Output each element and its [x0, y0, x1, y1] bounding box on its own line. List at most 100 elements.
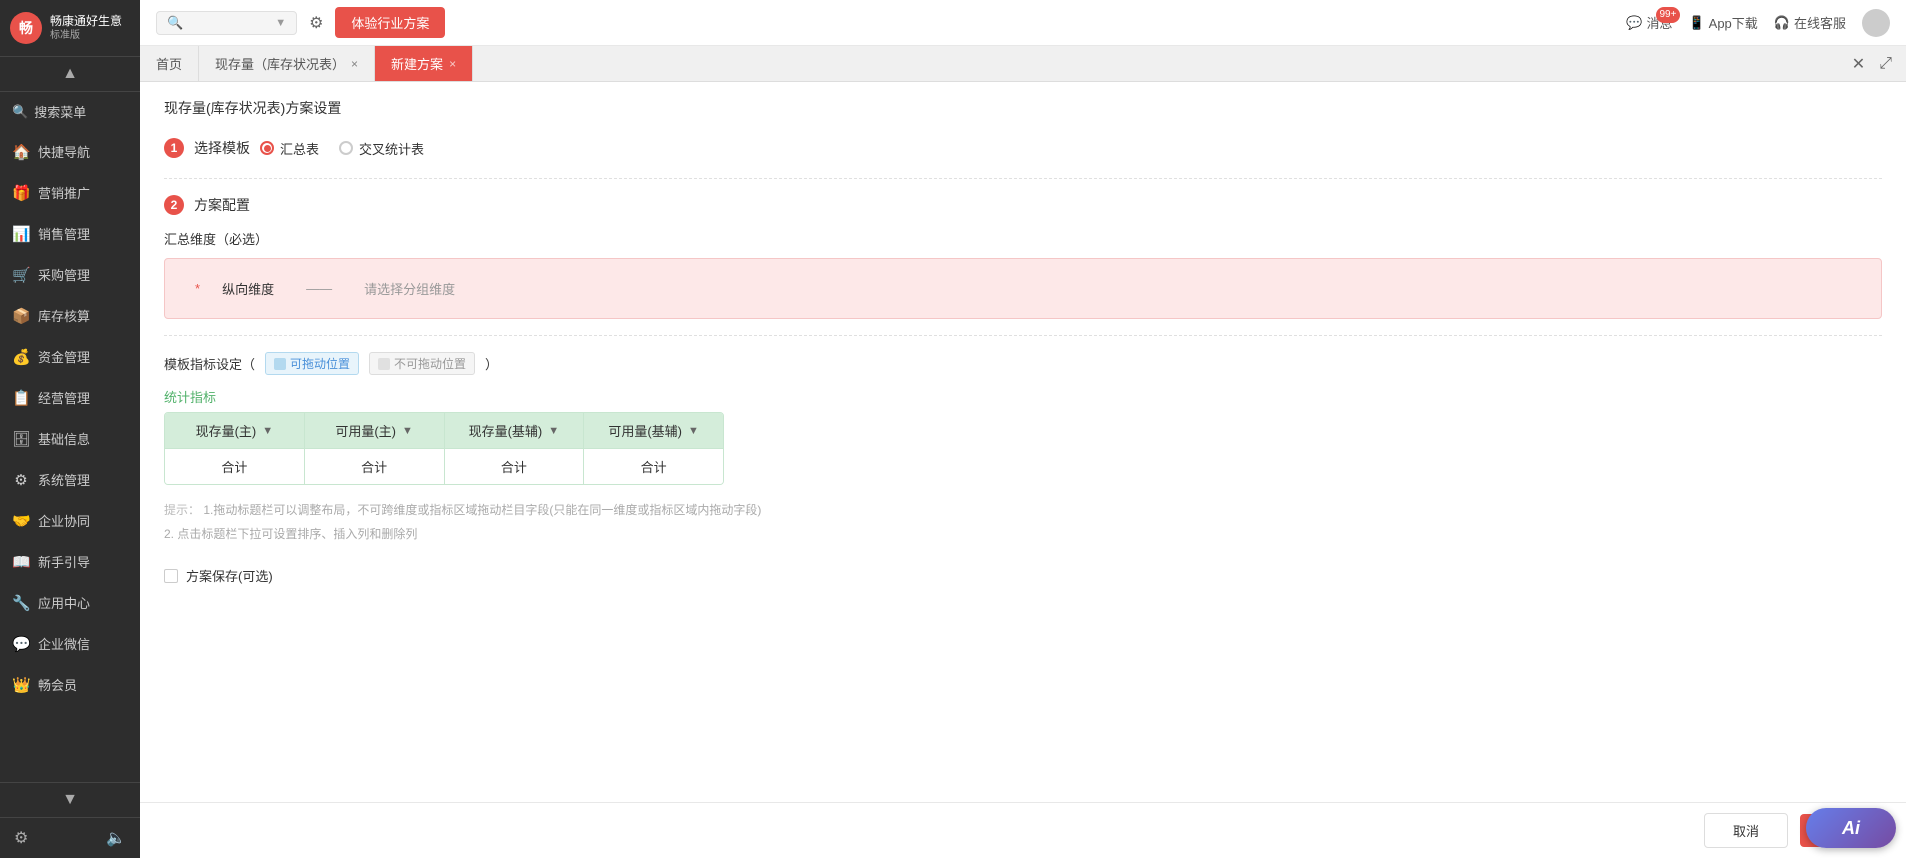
- stats-col-body-val-3: 合计: [641, 457, 667, 476]
- tab-inventory-status[interactable]: 现存量（库存状况表） ×: [199, 46, 375, 81]
- weixin-icon: 💬: [12, 635, 30, 653]
- radio-summary-circle: [260, 141, 274, 155]
- sidebar-scroll-up[interactable]: ▲: [0, 61, 140, 87]
- drag-tag-label: 可拖动位置: [290, 355, 350, 372]
- topbar-search-area[interactable]: 🔍 ▼: [156, 11, 297, 35]
- topbar: 🔍 ▼ ⚙ 体验行业方案 💬 消息 99+ 📱 App下载 🎧 在线客服: [140, 0, 1906, 46]
- no-drag-tag-color: [378, 358, 390, 370]
- topbar-right: 💬 消息 99+ 📱 App下载 🎧 在线客服: [1626, 9, 1890, 37]
- radio-cross-label: 交叉统计表: [359, 139, 424, 158]
- finance-icon: 💰: [12, 348, 30, 366]
- stats-col-body-val-1: 合计: [361, 457, 387, 476]
- dim-placeholder: 请选择分组维度: [364, 279, 455, 298]
- sidebar-item-collab[interactable]: 🤝 企业协同: [0, 500, 140, 541]
- stats-col-2: 现存量(基辅) ▼ 合计: [445, 413, 585, 484]
- section1-header: 1 选择模板 汇总表 交叉统计表: [164, 138, 1882, 158]
- sidebar-item-system[interactable]: ⚙ 系统管理: [0, 459, 140, 500]
- sidebar-scroll-area: 🔍 搜索菜单 🏠 快捷导航 🎁 营销推广 📊 销售管理 🛒 采购管理 📦 库存核…: [0, 92, 140, 782]
- topbar-search-dropdown-icon[interactable]: ▼: [275, 17, 286, 29]
- sidebar-item-label: 快捷导航: [38, 142, 90, 161]
- stats-col-header-3[interactable]: 可用量(基辅) ▼: [584, 413, 723, 449]
- settings-icon[interactable]: ⚙: [14, 828, 28, 848]
- sidebar-item-basic[interactable]: 🗄 基础信息: [0, 418, 140, 459]
- marketing-icon: 🎁: [12, 184, 30, 202]
- section1-title: 选择模板: [194, 138, 250, 158]
- stats-col-header-1[interactable]: 可用量(主) ▼: [305, 413, 444, 449]
- message-item[interactable]: 💬 消息 99+: [1626, 13, 1672, 32]
- sidebar-item-label: 营销推广: [38, 183, 90, 202]
- save-checkbox[interactable]: [164, 569, 178, 583]
- sidebar-item-marketing[interactable]: 🎁 营销推广: [0, 172, 140, 213]
- stats-col-body-0: 合计: [165, 449, 304, 484]
- template-radio-group: 汇总表 交叉统计表: [260, 139, 424, 158]
- sales-icon: 📊: [12, 225, 30, 243]
- sidebar-item-weixin[interactable]: 💬 企业微信: [0, 623, 140, 664]
- sidebar-item-appstore[interactable]: 🔧 应用中心: [0, 582, 140, 623]
- drag-tag: 可拖动位置: [265, 352, 359, 375]
- topbar-search-input[interactable]: [189, 16, 269, 30]
- cancel-button[interactable]: 取消: [1704, 813, 1788, 848]
- sidebar-item-finance[interactable]: 💰 资金管理: [0, 336, 140, 377]
- sidebar-item-management[interactable]: 📋 经营管理: [0, 377, 140, 418]
- ai-float-button[interactable]: Ai: [1806, 808, 1896, 848]
- stats-col-header-2[interactable]: 现存量(基辅) ▼: [445, 413, 584, 449]
- sidebar-item-label: 销售管理: [38, 224, 90, 243]
- tab-home[interactable]: 首页: [140, 46, 199, 81]
- required-star: *: [195, 281, 200, 296]
- stats-col-body-val-0: 合计: [221, 457, 247, 476]
- stats-col-body-2: 合计: [445, 449, 584, 484]
- tab-home-label: 首页: [156, 54, 182, 73]
- sidebar-search[interactable]: 🔍 搜索菜单: [0, 92, 140, 131]
- sidebar-item-label: 企业微信: [38, 634, 90, 653]
- tips-area: 提示： 1.拖动标题栏可以调整布局，不可跨维度或指标区域拖动栏目字段(只能在同一…: [164, 498, 1882, 546]
- sidebar-item-member[interactable]: 👑 畅会员: [0, 664, 140, 705]
- sidebar-item-sales[interactable]: 📊 销售管理: [0, 213, 140, 254]
- tabs-bar: 首页 现存量（库存状况表） × 新建方案 × ✕ ⤢: [140, 46, 1906, 82]
- tab-expand-btn[interactable]: ⤢: [1873, 51, 1898, 77]
- tab-new-plan[interactable]: 新建方案 ×: [375, 46, 473, 81]
- stats-table: 现存量(主) ▼ 合计 可用量(主) ▼: [164, 412, 724, 485]
- col-chevron-0: ▼: [262, 425, 273, 437]
- page-title: 现存量(库存状况表)方案设置: [164, 98, 1882, 118]
- sidebar-item-quicknav[interactable]: 🏠 快捷导航: [0, 131, 140, 172]
- sidebar-item-label: 系统管理: [38, 470, 90, 489]
- topbar-gear-icon[interactable]: ⚙: [305, 9, 327, 37]
- member-icon: 👑: [12, 676, 30, 694]
- stats-col-header-0[interactable]: 现存量(主) ▼: [165, 413, 304, 449]
- volume-icon[interactable]: 🔈: [106, 828, 126, 848]
- main-area: 🔍 ▼ ⚙ 体验行业方案 💬 消息 99+ 📱 App下载 🎧 在线客服: [140, 0, 1906, 858]
- collab-icon: 🤝: [12, 512, 30, 530]
- purchase-icon: 🛒: [12, 266, 30, 284]
- tips-title: 提示：: [164, 503, 200, 517]
- tab-new-plan-close[interactable]: ×: [449, 57, 456, 71]
- stats-col-body-val-2: 合计: [501, 457, 527, 476]
- sidebar-item-purchase[interactable]: 🛒 采购管理: [0, 254, 140, 295]
- save-checkbox-row: 方案保存(可选): [164, 566, 1882, 585]
- sidebar-item-label: 采购管理: [38, 265, 90, 284]
- sidebar-item-guide[interactable]: 📖 新手引导: [0, 541, 140, 582]
- sidebar-item-label: 经营管理: [38, 388, 90, 407]
- tab-inventory-close[interactable]: ×: [351, 57, 358, 71]
- sidebar-scroll-down[interactable]: ▼: [0, 787, 140, 813]
- industry-plan-button[interactable]: 体验行业方案: [335, 7, 445, 38]
- tab-close-btn[interactable]: ✕: [1846, 50, 1871, 78]
- sidebar-item-inventory[interactable]: 📦 库存核算: [0, 295, 140, 336]
- section-template: 1 选择模板 汇总表 交叉统计表: [164, 138, 1882, 158]
- appstore-icon: 🔧: [12, 594, 30, 612]
- stats-col-3: 可用量(基辅) ▼ 合计: [584, 413, 723, 484]
- indicator-setting-label: 模板指标设定（: [164, 354, 255, 373]
- app-download-item[interactable]: 📱 App下载: [1688, 13, 1757, 32]
- tabs-right-buttons: ✕ ⤢: [1846, 50, 1906, 78]
- radio-summary[interactable]: 汇总表: [260, 139, 319, 158]
- ai-label: Ai: [1842, 818, 1860, 839]
- online-service-item[interactable]: 🎧 在线客服: [1774, 13, 1846, 32]
- user-avatar[interactable]: [1862, 9, 1890, 37]
- stats-col-body-1: 合计: [305, 449, 444, 484]
- section2-title: 方案配置: [194, 195, 250, 215]
- tip1: 提示： 1.拖动标题栏可以调整布局，不可跨维度或指标区域拖动栏目字段(只能在同一…: [164, 498, 1882, 522]
- sidebar-search-label: 搜索菜单: [34, 102, 86, 121]
- radio-cross[interactable]: 交叉统计表: [339, 139, 424, 158]
- service-icon: 🎧: [1774, 15, 1790, 31]
- stats-col-body-3: 合计: [584, 449, 723, 484]
- page-inner: 现存量(库存状况表)方案设置 1 选择模板 汇总表 交叉统计表: [140, 82, 1906, 685]
